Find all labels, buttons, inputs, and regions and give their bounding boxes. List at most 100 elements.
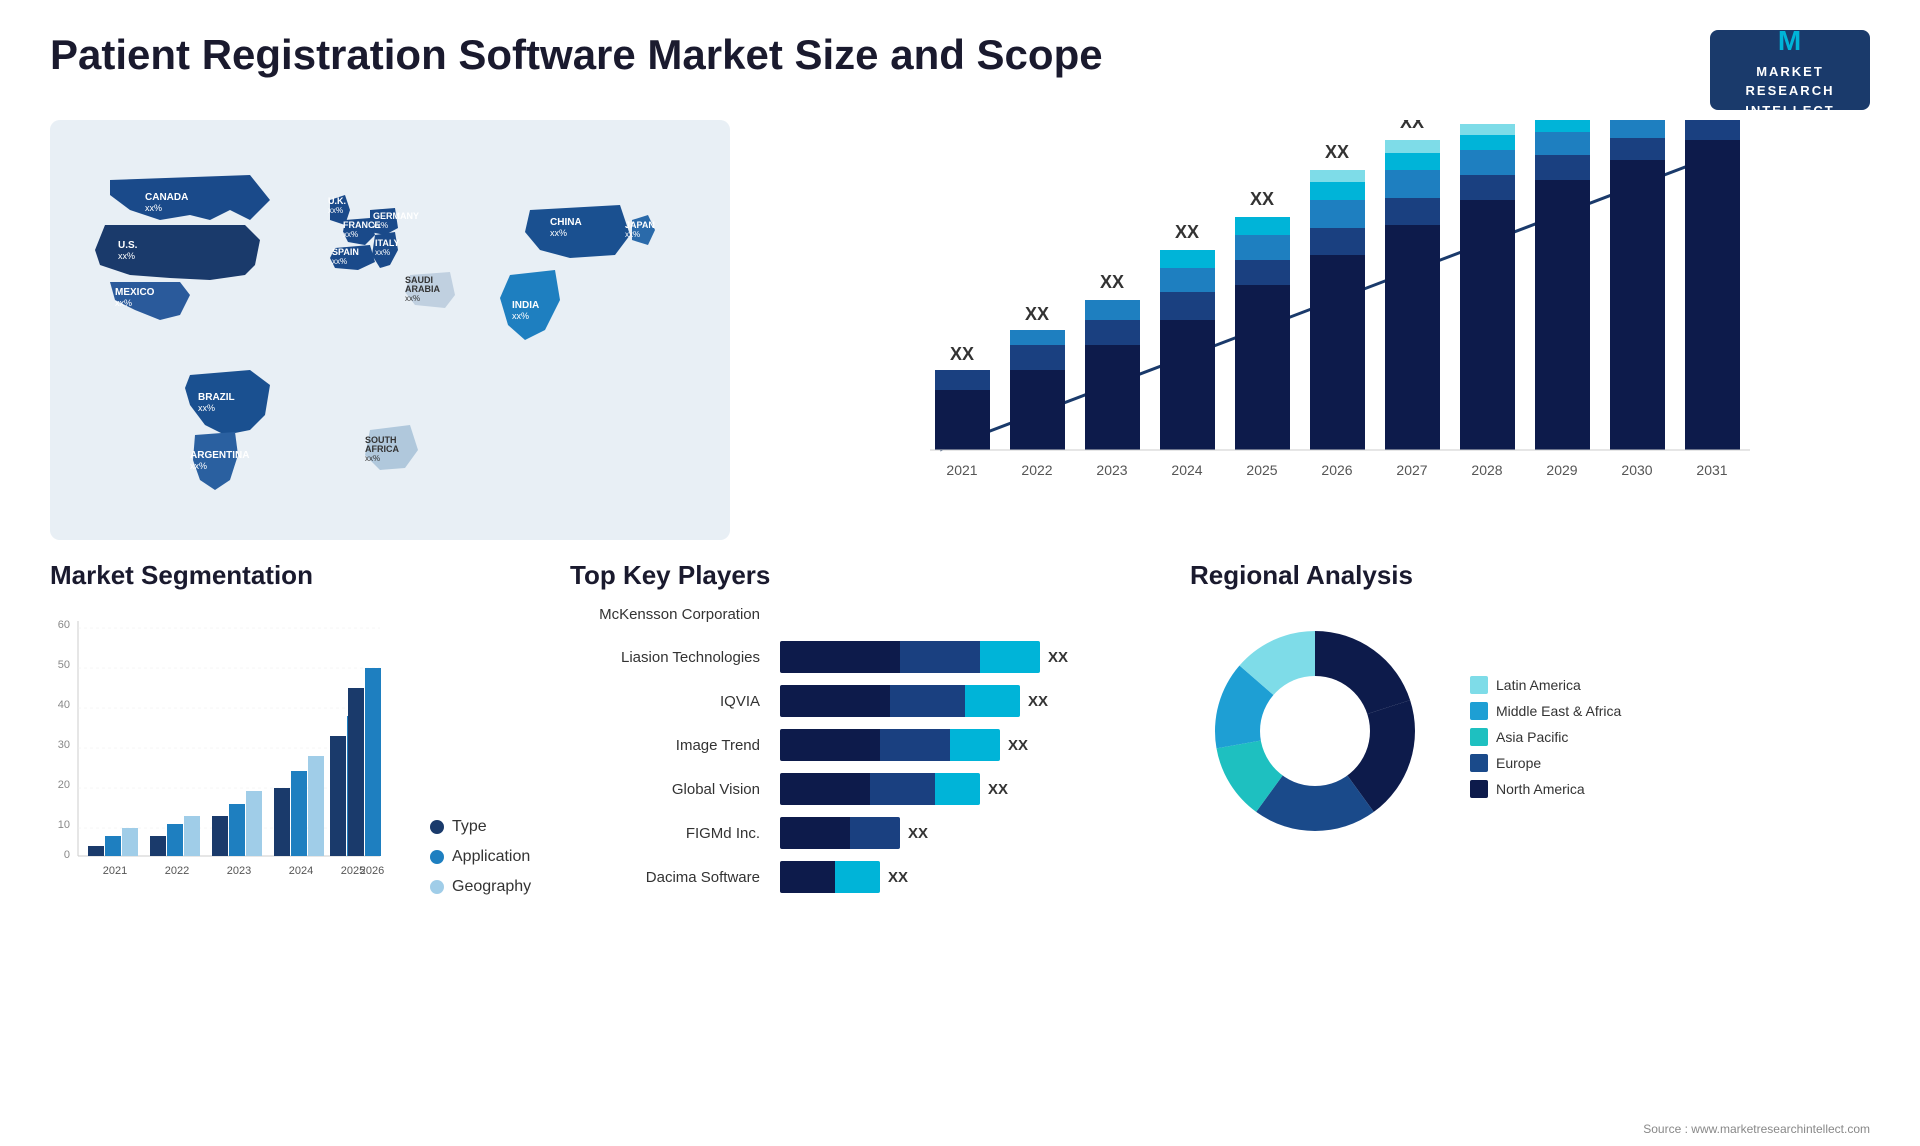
bar-2030 (1610, 160, 1665, 450)
svg-text:2023: 2023 (1096, 462, 1127, 478)
logo-line3: INTELLECT (1745, 101, 1835, 121)
us-label: U.S. (118, 240, 138, 251)
svg-text:XX: XX (1100, 272, 1124, 292)
player-row-5: FIGMd Inc. XX (570, 817, 1150, 849)
svg-text:2031: 2031 (1696, 462, 1727, 478)
bar-2023 (1085, 345, 1140, 450)
regional-legend: Latin America Middle East & Africa Asia … (1470, 676, 1621, 806)
spain-label: SPAIN (332, 247, 359, 257)
legend-type-label: Type (452, 818, 487, 836)
player-row-6: Dacima Software XX (570, 861, 1150, 893)
bar-chart-section: XX 2021 XX 2022 XX 2023 (730, 120, 1870, 540)
svg-text:xx%: xx% (375, 248, 390, 257)
page-title: Patient Registration Software Market Siz… (50, 30, 1103, 80)
player-row-1: Liasion Technologies XX (570, 641, 1150, 673)
svg-text:xx%: xx% (343, 230, 358, 239)
svg-text:xx%: xx% (405, 294, 420, 303)
italy-label: ITALY (375, 238, 400, 248)
svg-text:2029: 2029 (1546, 462, 1577, 478)
player-row-3: Image Trend XX (570, 729, 1150, 761)
player-name-3: Image Trend (570, 737, 760, 754)
player-value-5: XX (908, 825, 928, 842)
legend-app-dot (430, 850, 444, 864)
svg-text:xx%: xx% (190, 461, 207, 471)
legend-apac: Asia Pacific (1470, 728, 1621, 746)
svg-text:xx%: xx% (115, 298, 132, 308)
player-name-2: IQVIA (570, 693, 760, 710)
regional-section: Regional Analysis (1190, 560, 1870, 1080)
china-map (525, 205, 630, 258)
bar-2025 (1235, 285, 1290, 450)
svg-text:xx%: xx% (328, 206, 343, 215)
player-value-2: XX (1028, 693, 1048, 710)
map-section: CANADA xx% U.S. xx% MEXICO xx% BRAZIL xx… (50, 120, 730, 540)
svg-text:XX: XX (1400, 120, 1424, 132)
svg-text:2027: 2027 (1396, 462, 1427, 478)
mea-label: Middle East & Africa (1496, 703, 1621, 719)
legend-app-label: Application (452, 848, 530, 866)
svg-text:2028: 2028 (1471, 462, 1502, 478)
regional-content: Latin America Middle East & Africa Asia … (1190, 606, 1870, 861)
svg-text:ARABIA: ARABIA (405, 284, 440, 294)
seg-legend: Type Application Geography (430, 818, 531, 896)
logo-letter: M (1778, 20, 1802, 62)
svg-text:AFRICA: AFRICA (365, 444, 399, 454)
logo-line2: RESEARCH (1746, 81, 1835, 101)
bar-2031 (1685, 140, 1740, 450)
svg-text:2026: 2026 (1321, 462, 1352, 478)
svg-text:xx%: xx% (145, 203, 162, 213)
germany-label: GERMANY (373, 211, 419, 221)
legend-type: Type (430, 818, 531, 836)
legend-geo-label: Geography (452, 878, 531, 896)
svg-text:2026: 2026 (360, 865, 384, 877)
bar-2027 (1385, 225, 1440, 450)
svg-text:XX: XX (1175, 222, 1199, 242)
svg-text:XX: XX (1250, 189, 1274, 209)
player-value-4: XX (988, 781, 1008, 798)
canada-label: CANADA (145, 192, 188, 203)
player-value-1: XX (1048, 649, 1068, 666)
players-title: Top Key Players (570, 560, 1150, 591)
seg-chart-area: 60 50 40 30 20 10 0 (50, 606, 530, 896)
players-section: Top Key Players McKensson Corporation Li… (570, 560, 1150, 1080)
mckensson-name: McKensson Corporation (570, 606, 760, 623)
svg-text:2030: 2030 (1621, 462, 1652, 478)
legend-north-america: North America (1470, 780, 1621, 798)
world-map-svg: CANADA xx% U.S. xx% MEXICO xx% BRAZIL xx… (50, 120, 730, 540)
europe-label: Europe (1496, 755, 1541, 771)
player-row-2: IQVIA XX (570, 685, 1150, 717)
legend-geo-dot (430, 880, 444, 894)
uk-label: U.K. (328, 196, 346, 206)
segmentation-section: Market Segmentation 60 50 40 30 20 10 0 (50, 560, 530, 1080)
svg-text:xx%: xx% (365, 454, 380, 463)
seg-bar-chart: 60 50 40 30 20 10 0 (50, 606, 390, 896)
legend-mea: Middle East & Africa (1470, 702, 1621, 720)
bottom-sections: Market Segmentation 60 50 40 30 20 10 0 (0, 540, 1920, 1090)
bar-chart-svg: XX 2021 XX 2022 XX 2023 (790, 120, 1870, 500)
svg-text:2021: 2021 (946, 462, 977, 478)
legend-latin-america: Latin America (1470, 676, 1621, 694)
bar-2022 (1010, 370, 1065, 450)
bar-2024 (1160, 320, 1215, 450)
logo-line1: MARKET (1756, 62, 1824, 82)
bar-2028 (1460, 200, 1515, 450)
svg-text:XX: XX (1025, 304, 1049, 324)
player-value-3: XX (1008, 737, 1028, 754)
svg-text:xx%: xx% (198, 403, 215, 413)
donut-chart (1190, 606, 1440, 861)
legend-type-dot (430, 820, 444, 834)
svg-text:xx%: xx% (373, 221, 388, 230)
bar-2029 (1535, 180, 1590, 450)
source-text: Source : www.marketresearchintellect.com (1643, 1122, 1870, 1136)
argentina-label: ARGENTINA (190, 450, 249, 461)
logo-area: M MARKET RESEARCH INTELLECT (1710, 30, 1870, 110)
japan-label: JAPAN (625, 220, 655, 230)
bar-2026 (1310, 255, 1365, 450)
bar-2021 (935, 390, 990, 450)
player-name-5: FIGMd Inc. (570, 825, 760, 842)
china-label: CHINA (550, 217, 582, 228)
regional-title: Regional Analysis (1190, 560, 1870, 591)
player-name-1: Liasion Technologies (570, 649, 760, 666)
player-name-4: Global Vision (570, 781, 760, 798)
svg-text:2025: 2025 (1246, 462, 1277, 478)
